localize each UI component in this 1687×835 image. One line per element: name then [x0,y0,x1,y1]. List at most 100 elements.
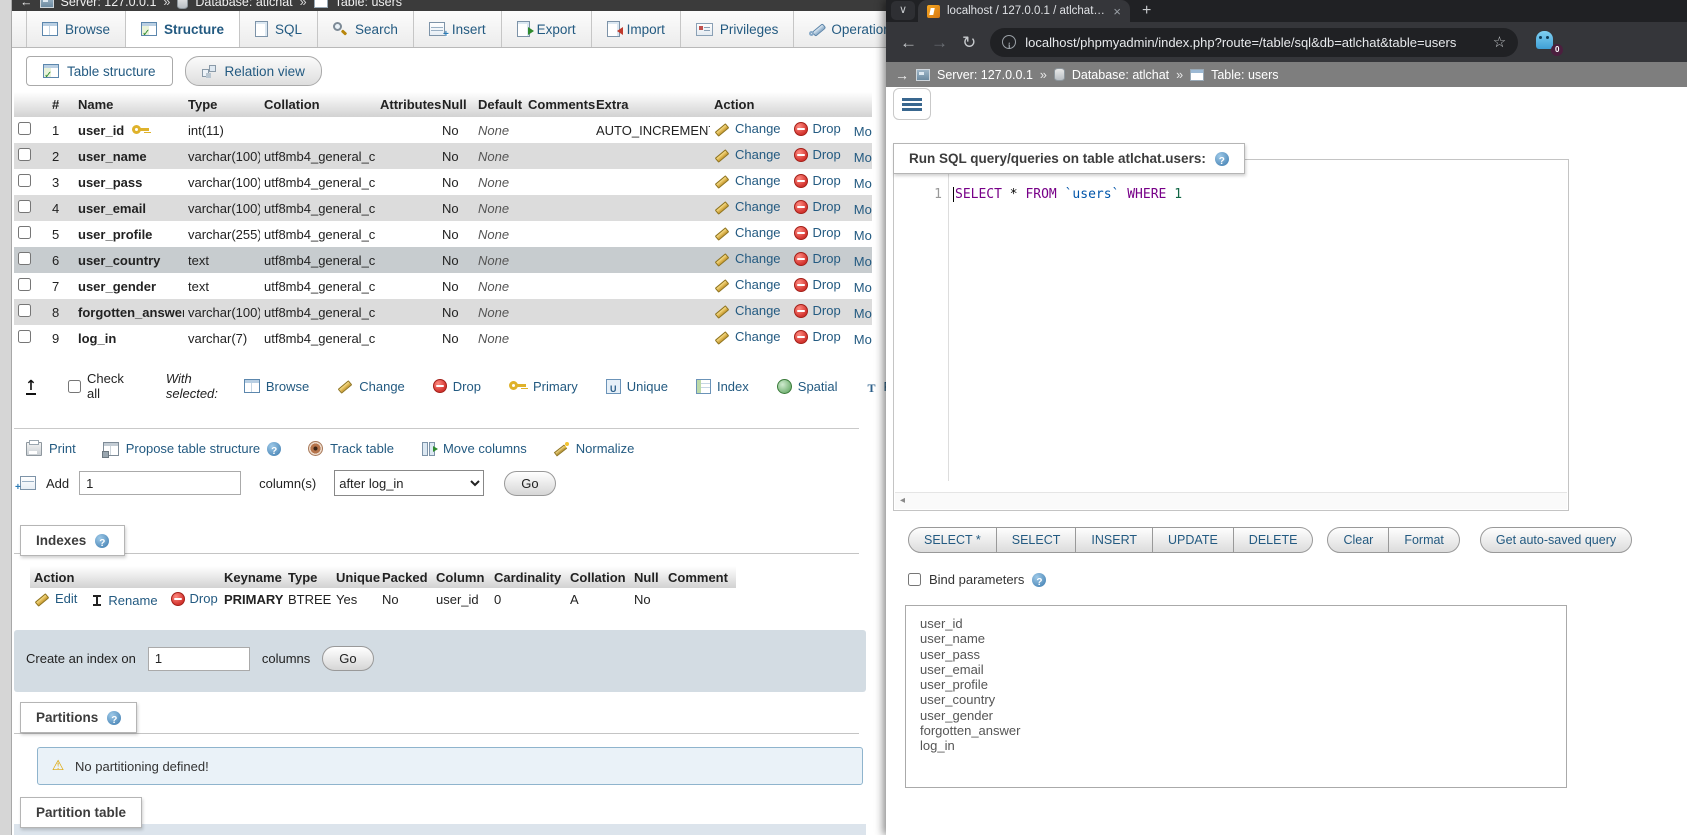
drop-link[interactable]: Drop [793,173,841,188]
bind-parameters-checkbox[interactable] [908,573,921,586]
with-selected-fulltext[interactable]: Fulltext [866,379,886,394]
select-button[interactable]: SELECT [996,527,1077,553]
select-button[interactable]: SELECT * [908,527,997,553]
index-edit-link[interactable]: Edit [34,591,77,606]
site-info-icon[interactable] [1002,35,1017,49]
new-tab-button[interactable]: + [1142,1,1151,21]
more-link[interactable]: More [854,228,872,243]
with-selected-change[interactable]: Change [337,379,405,394]
browser-tab[interactable]: localhost / 127.0.0.1 / atlchat / ... × [918,0,1130,22]
tab-close-icon[interactable]: × [1113,5,1121,18]
editor-horizontal-scrollbar[interactable]: ◂ [895,492,1567,509]
delete-button[interactable]: DELETE [1233,527,1314,553]
tab-search-button[interactable]: ∨ [891,1,915,20]
more-link[interactable]: More [854,176,872,191]
field-list-item[interactable]: user_country [920,692,1552,707]
change-link[interactable]: Change [714,329,781,344]
sql-editor[interactable]: 1 SELECT * FROM `users` WHERE 1 [895,161,1567,481]
change-link[interactable]: Change [714,225,781,240]
more-link[interactable]: More [854,124,872,139]
profile-avatar[interactable]: 0 [1536,31,1564,56]
breadcrumb-server[interactable]: Server: 127.0.0.1 [61,0,157,9]
update-button[interactable]: UPDATE [1153,527,1234,553]
field-list-item[interactable]: user_email [920,662,1552,677]
more-link[interactable]: More [854,150,872,165]
tool-propose-table-structure[interactable]: Propose table structure [101,441,282,458]
tool-track-table[interactable]: Track table [308,441,394,456]
row-checkbox[interactable] [18,278,31,291]
field-list-item[interactable]: log_in [920,738,1552,753]
row-checkbox[interactable] [18,226,31,239]
tab-import[interactable]: Import [592,11,681,47]
more-link[interactable]: More [854,306,872,321]
tab-export[interactable]: Export [502,11,592,47]
tab-structure[interactable]: Structure [126,11,241,47]
with-selected-drop[interactable]: Drop [432,379,481,394]
tab-operations[interactable]: Operations [794,11,886,47]
drop-link[interactable]: Drop [793,277,841,292]
more-link[interactable]: More [854,254,872,269]
field-list-item[interactable]: user_pass [920,647,1552,662]
drop-link[interactable]: Drop [793,329,841,344]
tool-move-columns[interactable]: Move columns [421,441,527,456]
sql-query-line[interactable]: SELECT * FROM `users` WHERE 1 [953,187,1182,202]
change-link[interactable]: Change [714,199,781,214]
breadcrumb-database[interactable]: Database: atlchat [195,0,292,9]
clear-button[interactable]: Clear [1327,527,1390,553]
bookmark-star-icon[interactable]: ☆ [1493,33,1506,51]
back-arrow-icon[interactable]: ← [20,0,33,9]
partition-table-tab[interactable]: Partition table [20,797,143,828]
check-all-label[interactable]: Check all [87,371,124,401]
with-selected-unique[interactable]: Unique [605,378,668,394]
change-link[interactable]: Change [714,121,781,136]
add-column-position-select[interactable]: after log_in [334,470,485,496]
change-link[interactable]: Change [714,173,781,188]
field-list-item[interactable]: user_id [920,616,1552,631]
menu-toggle-button[interactable] [893,88,931,120]
change-link[interactable]: Change [714,303,781,318]
breadcrumb-table[interactable]: Table: users [335,0,402,9]
drop-link[interactable]: Drop [793,251,841,266]
format-button[interactable]: Format [1389,527,1460,553]
field-list-item[interactable]: forgotten_answer [920,723,1552,738]
create-index-go-button[interactable]: Go [322,646,374,671]
tab-browse[interactable]: Browse [26,11,127,47]
drop-link[interactable]: Drop [793,147,841,162]
expand-arrow-icon[interactable]: → [895,67,909,83]
help-icon[interactable] [1214,151,1229,166]
tab-search[interactable]: Search [318,11,414,47]
address-bar[interactable]: localhost/phpmyadmin/index.php?route=/ta… [990,27,1519,57]
help-icon[interactable] [107,710,122,725]
more-link[interactable]: More [854,202,872,217]
tab-sql[interactable]: SQL [240,11,319,47]
row-checkbox[interactable] [18,330,31,343]
breadcrumb-database[interactable]: Database: atlchat [1072,68,1169,82]
view-button-table-structure[interactable]: Table structure [26,56,173,86]
tab-privileges[interactable]: Privileges [681,11,795,47]
row-checkbox[interactable] [18,200,31,213]
breadcrumb-table[interactable]: Table: users [1211,68,1278,82]
view-button-relation-view[interactable]: Relation view [184,56,322,86]
row-checkbox[interactable] [18,304,31,317]
breadcrumb-server[interactable]: Server: 127.0.0.1 [937,68,1033,82]
drop-link[interactable]: Drop [793,303,841,318]
add-column-go-button[interactable]: Go [504,470,556,496]
index-rename-link[interactable]: Rename [90,593,158,608]
more-link[interactable]: More [854,332,872,347]
drop-link[interactable]: Drop [793,121,841,136]
change-link[interactable]: Change [714,251,781,266]
with-selected-index[interactable]: Index [695,378,749,394]
help-icon[interactable] [95,533,110,548]
create-index-count-input[interactable] [147,646,250,671]
scroll-left-icon[interactable]: ◂ [900,496,908,506]
columns-list-box[interactable]: user_id user_name user_pass user_email user_… [905,605,1567,788]
check-all-checkbox[interactable] [68,379,81,393]
add-column-count-input[interactable] [79,471,242,495]
tab-insert[interactable]: Insert [414,11,502,47]
field-list-item[interactable]: user_name [920,631,1552,646]
change-link[interactable]: Change [714,277,781,292]
row-checkbox[interactable] [18,252,31,265]
forward-button[interactable]: → [931,34,948,51]
field-list-item[interactable]: user_profile [920,677,1552,692]
tool-normalize[interactable]: Normalize [554,441,634,456]
